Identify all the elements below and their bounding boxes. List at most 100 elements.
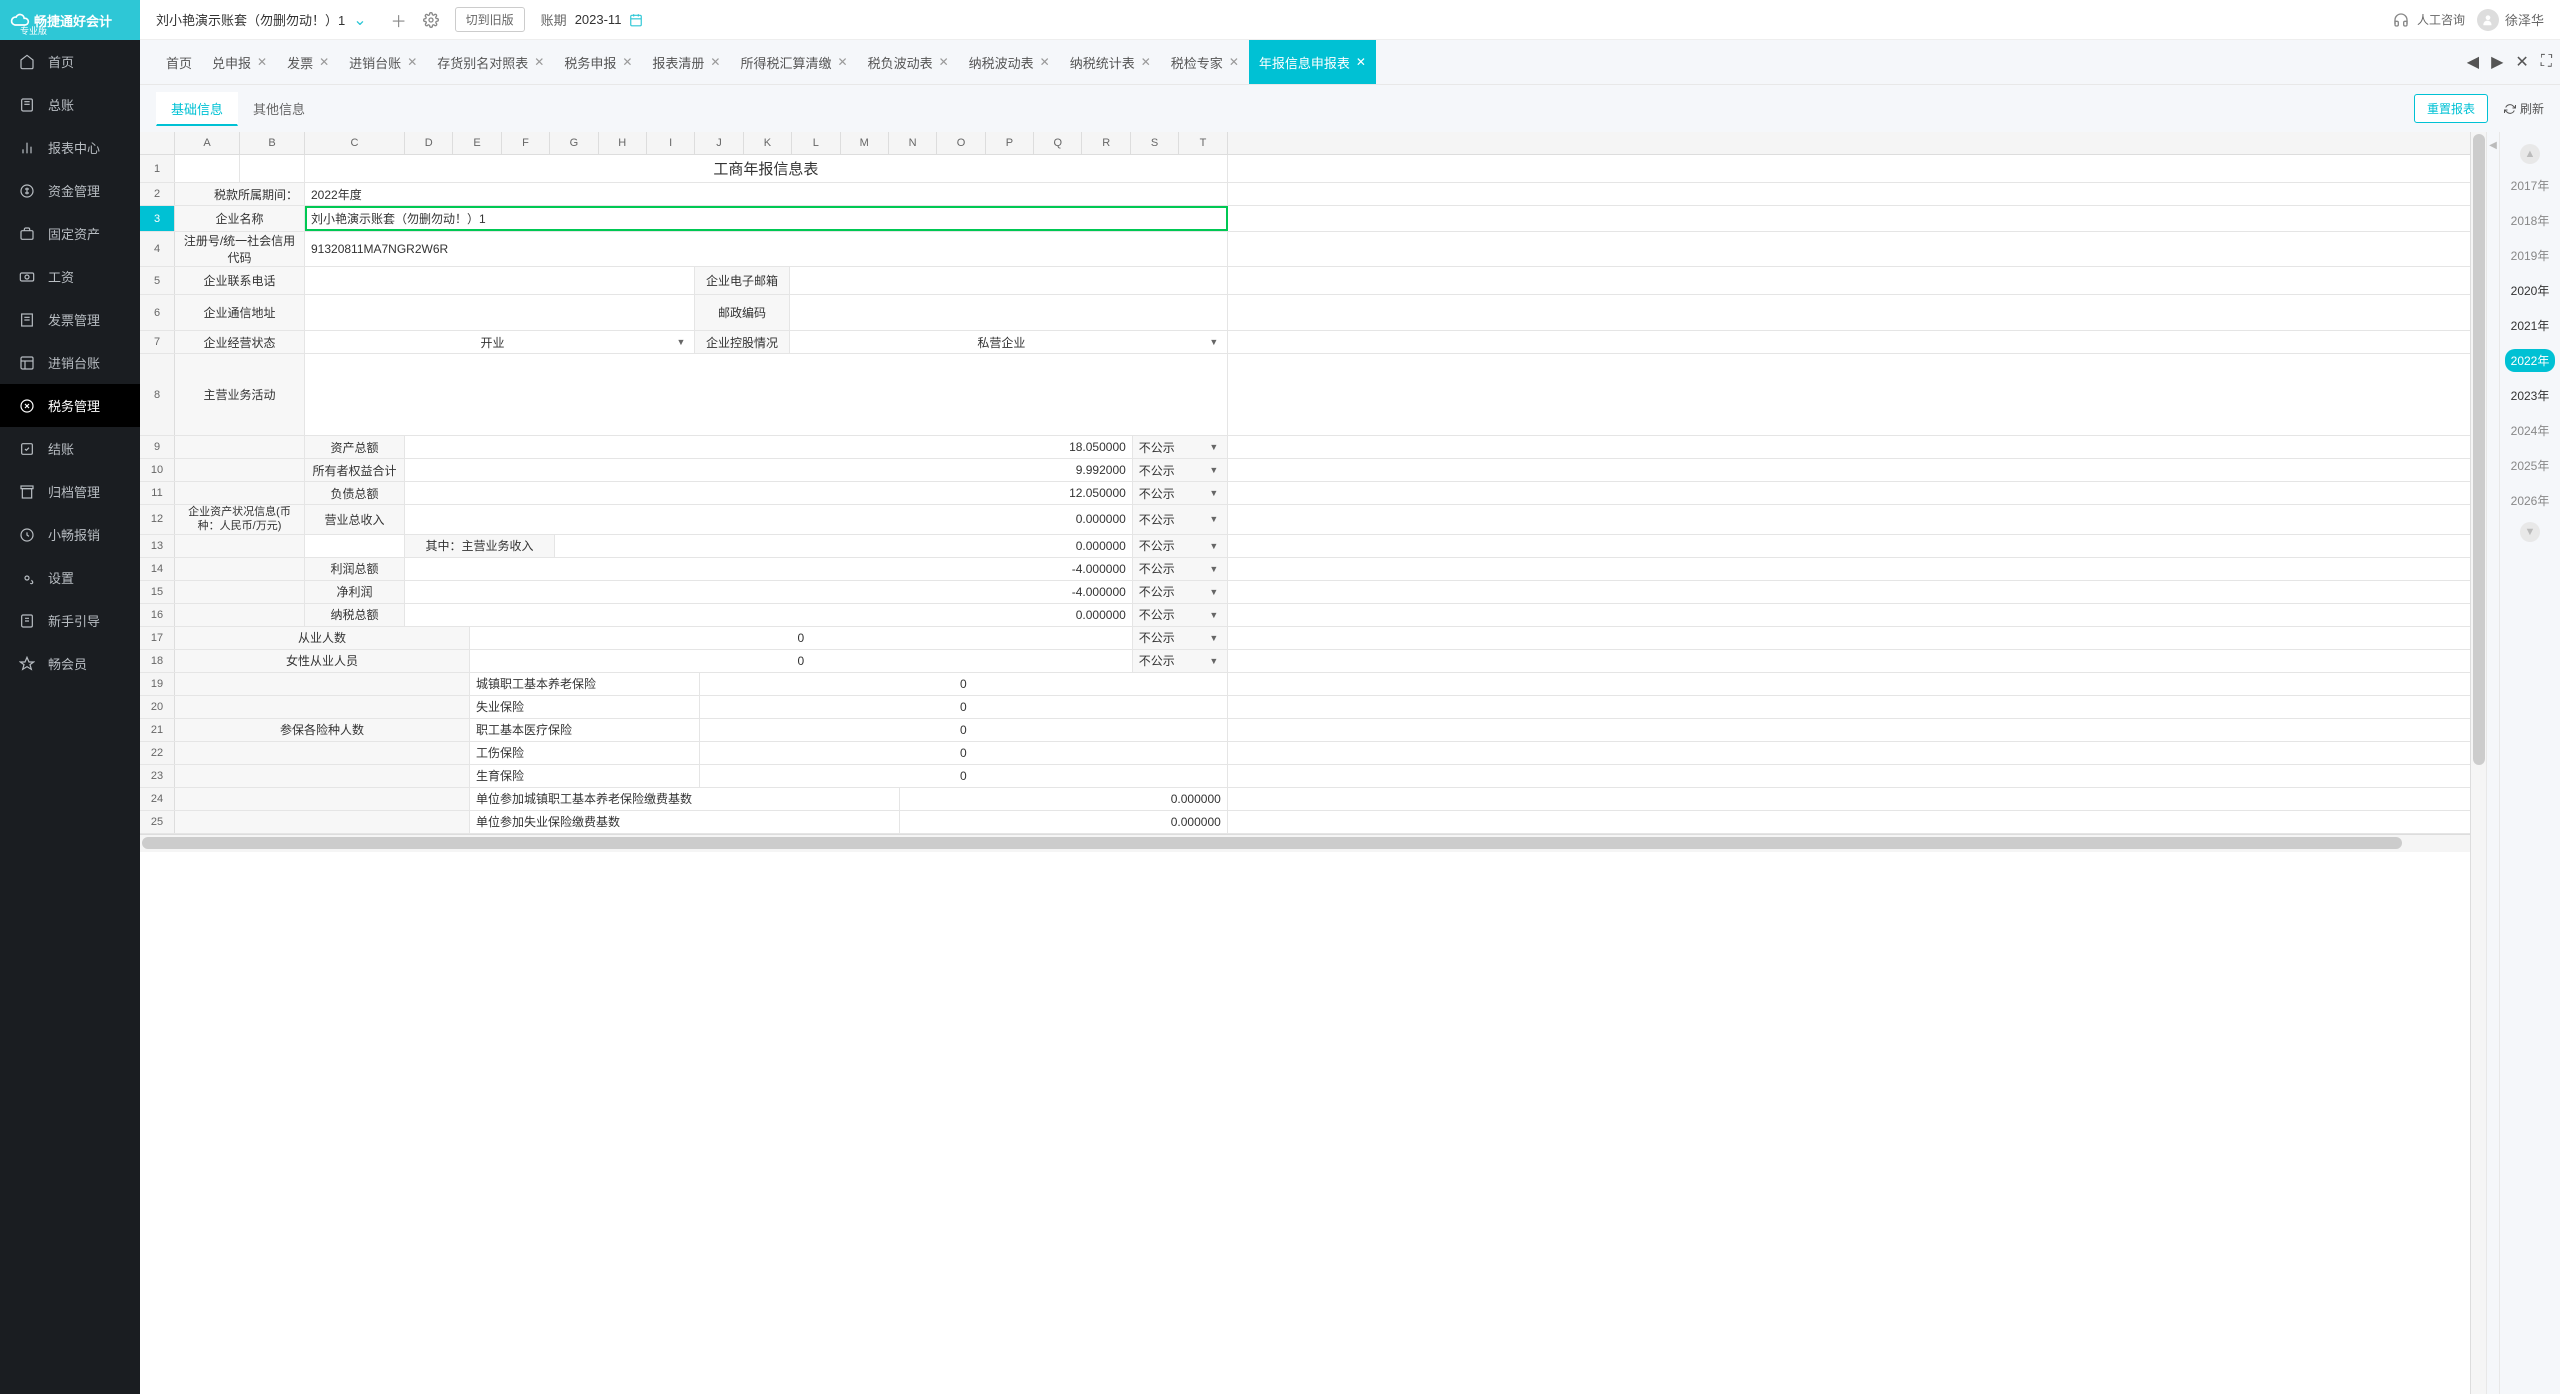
status-select[interactable]: 开业▼ [305,331,695,353]
phone-cell[interactable] [305,267,695,294]
fin-value[interactable]: 0.000000 [405,505,1133,534]
insurance-value[interactable]: 0 [700,673,1228,695]
close-icon[interactable]: ✕ [622,55,632,69]
row-header[interactable]: 15 [140,581,175,603]
headset-icon[interactable] [2393,12,2409,28]
user-name[interactable]: 徐泽华 [2505,10,2544,29]
insurance-value[interactable]: 0 [700,742,1228,764]
col-header[interactable]: M [841,132,889,154]
vertical-scrollbar[interactable] [2470,132,2486,1394]
year-item[interactable]: 2019年 [2505,244,2556,267]
sub-tab-basic[interactable]: 基础信息 [156,92,238,126]
col-header[interactable]: F [502,132,550,154]
chevron-down-icon[interactable]: ⌄ [353,10,366,30]
col-header[interactable]: B [240,132,305,154]
row-header[interactable]: 12 [140,505,175,534]
row-header[interactable]: 2 [140,183,175,205]
row-header[interactable]: 4 [140,232,175,266]
row-header[interactable]: 17 [140,627,175,649]
nav-item-tax[interactable]: 税务管理 [0,384,140,427]
close-icon[interactable]: ✕ [838,55,848,69]
publish-select[interactable]: 不公示▼ [1133,436,1228,458]
tab-prev-icon[interactable]: ◀ [2467,52,2479,72]
tab[interactable]: 报表清册✕ [642,40,730,84]
close-icon[interactable]: ✕ [939,55,949,69]
close-icon[interactable]: ✕ [407,55,417,69]
postal-cell[interactable] [790,295,1228,330]
publish-select[interactable]: 不公示▼ [1133,627,1228,649]
base-value[interactable]: 0.000000 [900,811,1228,833]
nav-item-guide[interactable]: 新手引导 [0,599,140,642]
col-header[interactable]: T [1179,132,1227,154]
fullscreen-icon[interactable]: ⛶ [2541,53,2552,71]
nav-item-vip[interactable]: 畅会员 [0,642,140,685]
tab[interactable]: 发票✕ [277,40,339,84]
col-header[interactable]: G [550,132,598,154]
nav-item-settings[interactable]: 设置 [0,556,140,599]
insurance-value[interactable]: 0 [700,765,1228,787]
calendar-icon[interactable] [629,13,643,27]
nav-item-stock[interactable]: 进销台账 [0,341,140,384]
publish-select[interactable]: 不公示▼ [1133,535,1228,557]
row-header[interactable]: 5 [140,267,175,294]
row-header[interactable]: 8 [140,354,175,435]
refresh-button[interactable]: 刷新 [2504,100,2544,117]
col-header[interactable]: I [647,132,695,154]
fin-value[interactable]: 0.000000 [405,604,1133,626]
tab[interactable]: 兑申报✕ [202,40,277,84]
col-header[interactable]: E [453,132,501,154]
publish-select[interactable]: 不公示▼ [1133,459,1228,481]
close-icon[interactable]: ✕ [534,55,544,69]
nav-item-close[interactable]: 结账 [0,427,140,470]
row-header[interactable]: 20 [140,696,175,718]
year-item[interactable]: 2024年 [2505,419,2556,442]
row-header[interactable]: 23 [140,765,175,787]
year-item[interactable]: 2021年 [2505,314,2556,337]
close-icon[interactable]: ✕ [1040,55,1050,69]
fin-subvalue[interactable]: 0.000000 [555,535,1133,557]
row-header[interactable]: 1 [140,155,175,182]
row-header[interactable]: 11 [140,482,175,504]
collapse-year-panel[interactable]: ◀ [2486,132,2500,1394]
base-value[interactable]: 0.000000 [900,788,1228,810]
tab[interactable]: 纳税波动表✕ [959,40,1060,84]
period-value[interactable]: 2023-11 [575,12,622,27]
nav-item-home[interactable]: 首页 [0,40,140,83]
year-item[interactable]: 2026年 [2505,489,2556,512]
row-header[interactable]: 13 [140,535,175,557]
tab[interactable]: 首页 [156,40,202,84]
year-item[interactable]: 2018年 [2505,209,2556,232]
plus-icon[interactable]: ＋ [391,8,407,32]
switch-old-button[interactable]: 切到旧版 [455,7,525,32]
col-header[interactable]: R [1082,132,1130,154]
nav-item-invoice[interactable]: 发票管理 [0,298,140,341]
year-up-icon[interactable]: ▲ [2520,144,2540,164]
fin-value[interactable]: 9.992000 [405,459,1133,481]
row-header[interactable]: 18 [140,650,175,672]
col-header[interactable]: O [937,132,985,154]
tab[interactable]: 税务申报✕ [554,40,642,84]
col-header[interactable]: Q [1034,132,1082,154]
col-header[interactable]: D [405,132,453,154]
row-header[interactable]: 3 [140,206,175,231]
tab-close-all-icon[interactable]: ✕ [2515,52,2528,72]
horizontal-scrollbar[interactable] [140,834,2470,852]
insurance-value[interactable]: 0 [700,719,1228,741]
row-header[interactable]: 6 [140,295,175,330]
fin-value[interactable]: 18.050000 [405,436,1133,458]
fin-value[interactable]: 12.050000 [405,482,1133,504]
close-icon[interactable]: ✕ [319,55,329,69]
year-item[interactable]: 2017年 [2505,174,2556,197]
tab-next-icon[interactable]: ▶ [2491,52,2503,72]
nav-item-salary[interactable]: 工资 [0,255,140,298]
tab[interactable]: 纳税统计表✕ [1060,40,1161,84]
publish-select[interactable]: 不公示▼ [1133,505,1228,534]
tab[interactable]: 税检专家✕ [1161,40,1249,84]
col-header[interactable]: P [986,132,1034,154]
year-item[interactable]: 2022年 [2505,349,2556,372]
fin-value[interactable]: -4.000000 [405,558,1133,580]
year-down-icon[interactable]: ▼ [2520,522,2540,542]
publish-select[interactable]: 不公示▼ [1133,650,1228,672]
close-icon[interactable]: ✕ [710,55,720,69]
year-item[interactable]: 2023年 [2505,384,2556,407]
